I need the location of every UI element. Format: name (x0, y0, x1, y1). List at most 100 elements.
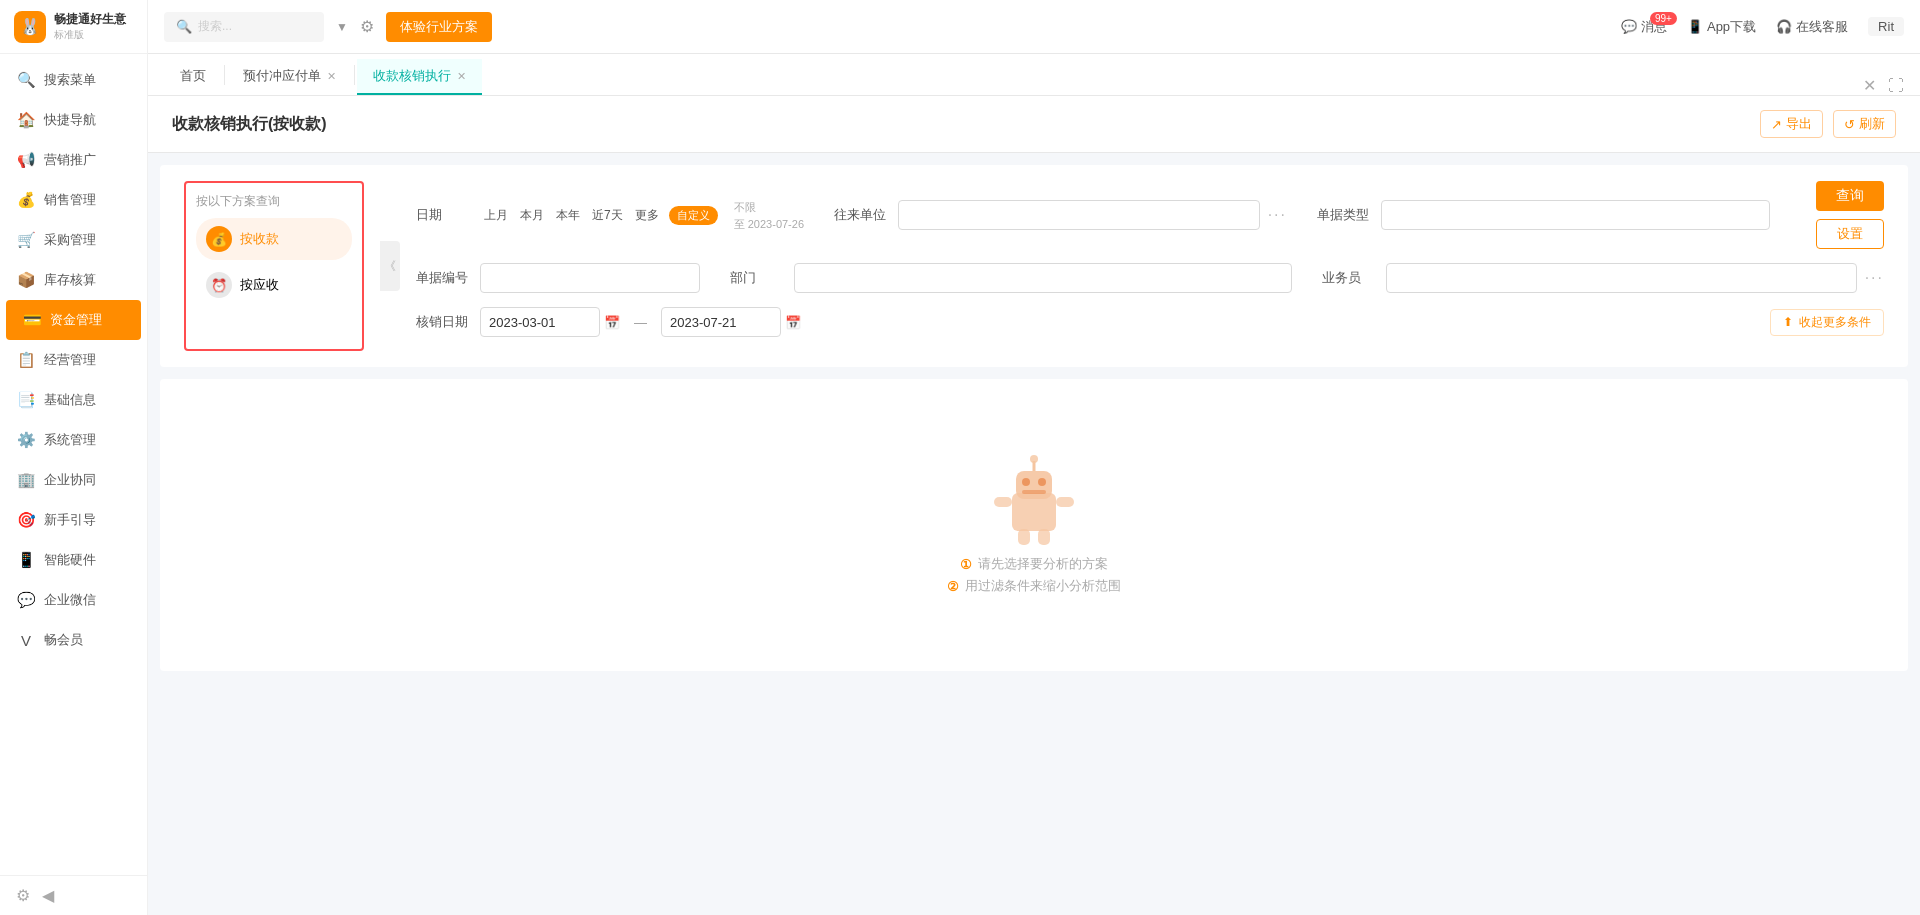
sidebar-item-hardware[interactable]: 📱 智能硬件 (0, 540, 147, 580)
collapse-conditions-btn[interactable]: ⬆ 收起更多条件 (1770, 309, 1884, 336)
sidebar-item-search[interactable]: 🔍 搜索菜单 (0, 60, 147, 100)
tab-prepay-close-icon[interactable]: ✕ (327, 70, 336, 83)
sales-input[interactable] (1386, 263, 1857, 293)
sales-label: 销售管理 (44, 191, 96, 209)
sidebar-item-newbie[interactable]: 🎯 新手引导 (0, 500, 147, 540)
member-icon: V (16, 630, 36, 650)
sidebar-item-marketing[interactable]: 📢 营销推广 (0, 140, 147, 180)
tab-receipt[interactable]: 收款核销执行 ✕ (357, 59, 482, 95)
counterparty-label: 往来单位 (834, 206, 890, 224)
topbar-online-service[interactable]: 🎧 在线客服 (1776, 18, 1848, 36)
sidebar-item-finance[interactable]: 💳 资金管理 (6, 300, 141, 340)
verify-date-from-input[interactable] (480, 307, 600, 337)
date-quick-btns: 上月 本月 本年 近7天 更多 (480, 205, 663, 226)
doc-type-label: 单据类型 (1317, 206, 1373, 224)
export-label: 导出 (1786, 115, 1812, 133)
msg-badge: 99+ (1650, 12, 1677, 25)
sidebar-item-system[interactable]: ⚙️ 系统管理 (0, 420, 147, 460)
industry-btn[interactable]: 体验行业方案 (386, 12, 492, 42)
topbar-search[interactable]: 🔍 搜索... (164, 12, 324, 42)
topbar-chevron-icon[interactable]: ▼ (336, 20, 348, 34)
wechat-icon: 💬 (16, 590, 36, 610)
tab-home[interactable]: 首页 (164, 59, 222, 95)
verify-date-label: 核销日期 (416, 313, 472, 331)
app-icon: 📱 (1687, 19, 1703, 34)
tab-receipt-close-icon[interactable]: ✕ (457, 70, 466, 83)
sidebar-item-operations[interactable]: 📋 经营管理 (0, 340, 147, 380)
filter-option-by-receivable[interactable]: ⏰ 按应收 (196, 264, 352, 306)
verify-date-from-calendar-icon[interactable]: 📅 (604, 315, 620, 330)
filter-sidebar-title: 按以下方案查询 (196, 193, 352, 210)
doc-no-field: 单据编号 (416, 263, 700, 293)
dept-select[interactable] (794, 263, 1292, 293)
collapse-sidebar-icon[interactable]: ◀ (42, 886, 54, 905)
sidebar-item-wechat[interactable]: 💬 企业微信 (0, 580, 147, 620)
verify-date-to-input[interactable] (661, 307, 781, 337)
date-hint-wrap: 不限 至 2023-07-26 (734, 198, 804, 232)
verify-date-to-calendar-icon[interactable]: 📅 (785, 315, 801, 330)
sales-icon: 💰 (16, 190, 36, 210)
filter-option-by-receipt[interactable]: 💰 按收款 (196, 218, 352, 260)
export-button[interactable]: ↗ 导出 (1760, 110, 1823, 138)
date-more[interactable]: 更多 (631, 205, 663, 226)
export-icon: ↗ (1771, 117, 1782, 132)
counterparty-dots-icon[interactable]: ··· (1268, 206, 1287, 224)
filter-collapse-btn[interactable]: 《 (380, 241, 400, 291)
app-label: App下载 (1707, 18, 1756, 36)
enterprise-icon: 🏢 (16, 470, 36, 490)
counterparty-input[interactable] (898, 200, 1260, 230)
topbar-app-download[interactable]: 📱 App下载 (1687, 18, 1756, 36)
date-last-month[interactable]: 上月 (480, 205, 512, 226)
member-label: 畅会员 (44, 631, 83, 649)
quicknav-icon: 🏠 (16, 110, 36, 130)
tab-receipt-label: 收款核销执行 (373, 67, 451, 85)
doc-type-select[interactable] (1381, 200, 1770, 230)
sidebar-item-enterprise[interactable]: 🏢 企业协同 (0, 460, 147, 500)
topbar-gear-icon[interactable]: ⚙ (360, 17, 374, 36)
tab-separator-1 (224, 65, 225, 85)
refresh-button[interactable]: ↺ 刷新 (1833, 110, 1896, 138)
sidebar-item-quicknav[interactable]: 🏠 快捷导航 (0, 100, 147, 140)
sidebar-item-member[interactable]: V 畅会员 (0, 620, 147, 660)
date-to-hint: 至 2023-07-26 (734, 217, 804, 232)
win-expand-icon[interactable]: ⛶ (1888, 77, 1904, 95)
sidebar: 🐰 畅捷通好生意 标准版 🔍 搜索菜单 🏠 快捷导航 📢 营销推广 💰 销售管理… (0, 0, 148, 915)
results-area: ① 请先选择要分析的方案 ② 用过滤条件来缩小分析范围 (160, 379, 1908, 671)
quicknav-label: 快捷导航 (44, 111, 96, 129)
svg-point-10 (1030, 455, 1038, 463)
date-7days[interactable]: 近7天 (588, 205, 627, 226)
counterparty-field: 往来单位 ··· (834, 200, 1287, 230)
basic-icon: 📑 (16, 390, 36, 410)
service-icon: 🎧 (1776, 19, 1792, 34)
hardware-label: 智能硬件 (44, 551, 96, 569)
date-custom-badge[interactable]: 自定义 (669, 206, 718, 225)
marketing-label: 营销推广 (44, 151, 96, 169)
form-row-3: 核销日期 📅 — 📅 ⬆ (416, 307, 1884, 337)
topbar-right: 💬 消息 99+ 📱 App下载 🎧 在线客服 Rit (1621, 17, 1904, 36)
sales-dots-icon[interactable]: ··· (1865, 269, 1884, 287)
logo-text: 畅捷通好生意 标准版 (54, 11, 126, 42)
date-group: 上月 本月 本年 近7天 更多 自定义 (480, 205, 718, 226)
win-close-icon[interactable]: ✕ (1863, 76, 1876, 95)
tab-prepay-label: 预付冲应付单 (243, 67, 321, 85)
search-form: 日期 上月 本月 本年 近7天 更多 自定义 (416, 181, 1884, 351)
doc-type-field: 单据类型 (1317, 200, 1770, 230)
finance-label: 资金管理 (50, 311, 102, 329)
topbar-user[interactable]: Rit (1868, 17, 1904, 36)
query-button[interactable]: 查询 (1816, 181, 1884, 211)
date-this-month[interactable]: 本月 (516, 205, 548, 226)
settings-icon[interactable]: ⚙ (16, 886, 30, 905)
sidebar-item-basic[interactable]: 📑 基础信息 (0, 380, 147, 420)
setting-button[interactable]: 设置 (1816, 219, 1884, 249)
sidebar-item-sales[interactable]: 💰 销售管理 (0, 180, 147, 220)
sidebar-item-purchase[interactable]: 🛒 采购管理 (0, 220, 147, 260)
service-label: 在线客服 (1796, 18, 1848, 36)
doc-no-input[interactable] (480, 263, 700, 293)
topbar-messages[interactable]: 💬 消息 99+ (1621, 18, 1667, 36)
date-this-year[interactable]: 本年 (552, 205, 584, 226)
tab-prepay[interactable]: 预付冲应付单 ✕ (227, 59, 352, 95)
date-dash: — (634, 315, 647, 330)
sidebar-item-inventory[interactable]: 📦 库存核算 (0, 260, 147, 300)
marketing-icon: 📢 (16, 150, 36, 170)
user-label: Rit (1878, 19, 1894, 34)
